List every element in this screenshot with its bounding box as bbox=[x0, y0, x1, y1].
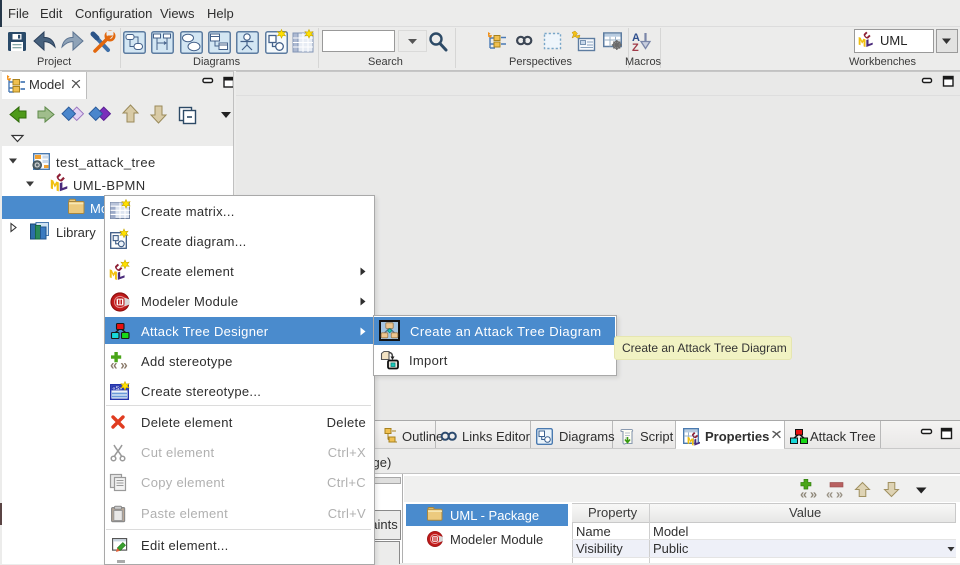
svg-text:«S»: «S» bbox=[112, 386, 122, 392]
svg-text:Z: Z bbox=[632, 42, 639, 54]
svg-text:« »: « » bbox=[800, 487, 817, 502]
svg-text:UML: UML bbox=[880, 33, 907, 48]
svg-text:« »: « » bbox=[826, 487, 843, 502]
svg-text:« »: « » bbox=[110, 358, 128, 373]
